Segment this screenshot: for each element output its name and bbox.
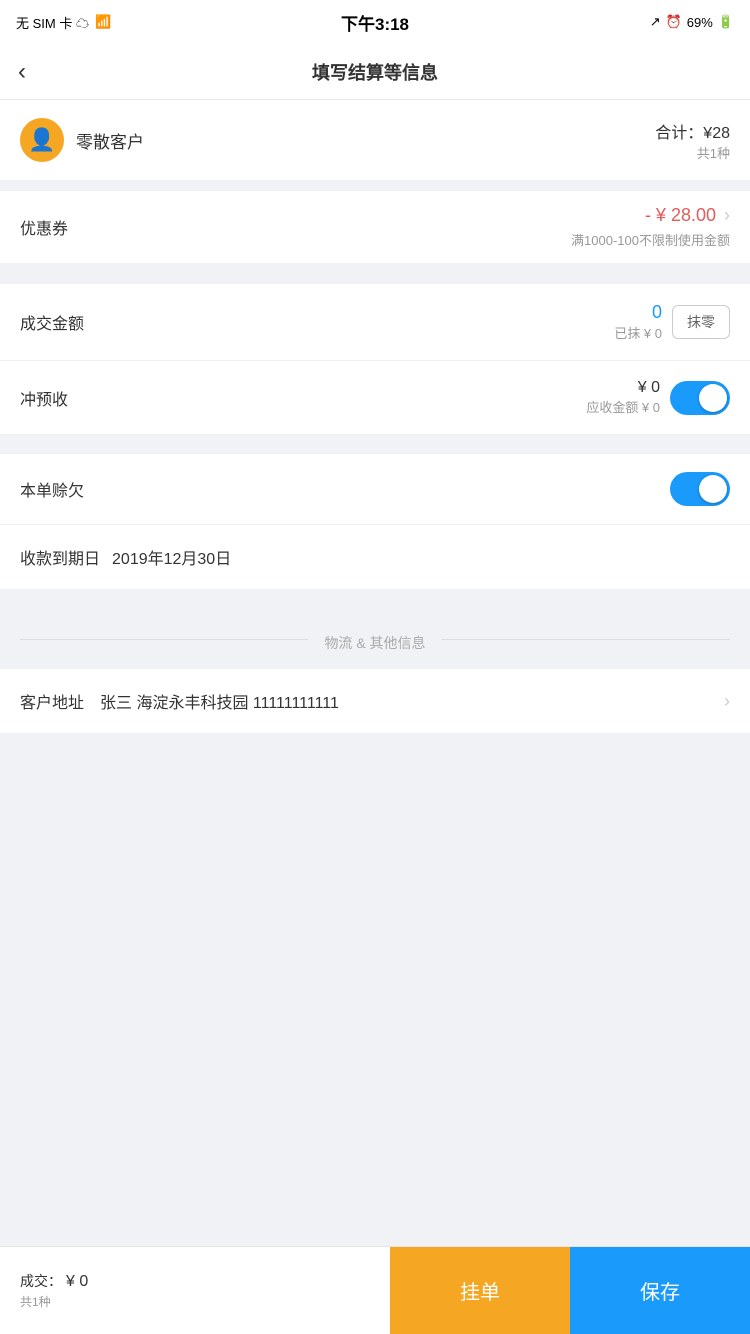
coupon-row[interactable]: 优惠券 - ¥ 28.00 › 满1000-100不限制使用金额 bbox=[0, 190, 750, 263]
toggle-knob bbox=[699, 384, 727, 412]
prepayment-right: ¥ 0 应收金额 ¥ 0 bbox=[586, 379, 730, 416]
save-button[interactable]: 保存 bbox=[570, 1247, 750, 1334]
bottom-deal: 成交： ¥ 0 共1种 bbox=[20, 1271, 370, 1310]
prepayment-row: 冲预收 ¥ 0 应收金额 ¥ 0 bbox=[0, 360, 750, 434]
wifi-icon: 📶 bbox=[95, 14, 111, 30]
bottom-info: 成交： ¥ 0 共1种 bbox=[0, 1271, 390, 1310]
address-section[interactable]: 客户地址 张三 海淀永丰科技园 11111111111 › bbox=[0, 669, 750, 733]
transaction-row: 成交金额 0 已抹 ¥ 0 抹零 bbox=[0, 283, 750, 360]
address-value: 张三 海淀永丰科技园 11111111111 bbox=[100, 689, 339, 713]
deal-amount: ¥ 0 bbox=[66, 1273, 88, 1291]
prepayment-label: 冲预收 bbox=[20, 386, 68, 410]
debt-row: 本单赊欠 bbox=[0, 454, 750, 524]
customer-right: 合计：¥28 共1种 bbox=[655, 119, 730, 162]
status-left: 无 SIM 卡 ☁ 📶 bbox=[16, 13, 111, 32]
save-button-label: 保存 bbox=[640, 1276, 680, 1305]
customer-name: 零散客户 bbox=[76, 128, 144, 153]
battery-label: 69% bbox=[687, 15, 713, 30]
section-divider-2 bbox=[0, 444, 750, 454]
address-row[interactable]: 客户地址 张三 海淀永丰科技园 11111111111 › bbox=[0, 669, 750, 733]
coupon-section[interactable]: 优惠券 - ¥ 28.00 › 满1000-100不限制使用金额 bbox=[0, 190, 750, 263]
deal-count: 共1种 bbox=[20, 1293, 370, 1310]
location-icon: ↗ bbox=[650, 14, 661, 30]
address-label: 客户地址 bbox=[20, 689, 84, 713]
debt-right bbox=[670, 472, 730, 506]
status-right: ↗ ⏰ 69% 🔋 bbox=[650, 14, 734, 30]
customer-row: 👤 零散客户 合计：¥28 共1种 bbox=[0, 100, 750, 180]
transaction-right: 0 已抹 ¥ 0 抹零 bbox=[614, 302, 730, 342]
transaction-label: 成交金额 bbox=[20, 310, 84, 334]
sim-label: 无 SIM 卡 ☁ bbox=[16, 13, 89, 32]
deal-amount-row: 成交： ¥ 0 bbox=[20, 1271, 370, 1291]
debt-toggle-knob bbox=[699, 475, 727, 503]
coupon-discount-value: - ¥ 28.00 bbox=[645, 205, 716, 226]
coupon-right: - ¥ 28.00 › 满1000-100不限制使用金额 bbox=[571, 205, 730, 249]
coupon-sub-text: 满1000-100不限制使用金额 bbox=[571, 230, 730, 249]
customer-left: 👤 零散客户 bbox=[20, 118, 144, 162]
logistics-section: 物流 & 其他信息 bbox=[0, 609, 750, 669]
due-date-value: 2019年12月30日 bbox=[112, 545, 231, 569]
transaction-value-col: 0 已抹 ¥ 0 bbox=[614, 302, 662, 342]
back-button[interactable]: ‹ bbox=[18, 58, 26, 86]
prepayment-value-col: ¥ 0 应收金额 ¥ 0 bbox=[586, 379, 660, 416]
customer-total: 合计：¥28 bbox=[655, 119, 730, 143]
prepayment-toggle[interactable] bbox=[670, 381, 730, 415]
transaction-sub-text: 已抹 ¥ 0 bbox=[614, 323, 662, 342]
content-area: 👤 零散客户 合计：¥28 共1种 优惠券 - ¥ 28.00 › 满1000-… bbox=[0, 100, 750, 843]
battery-icon: 🔋 bbox=[718, 14, 734, 30]
debt-label: 本单赊欠 bbox=[20, 477, 84, 501]
prepayment-value: ¥ 0 bbox=[586, 379, 660, 397]
section-divider-3 bbox=[0, 599, 750, 609]
deal-label: 成交： bbox=[20, 1271, 62, 1291]
debt-toggle[interactable] bbox=[670, 472, 730, 506]
coupon-label: 优惠券 bbox=[20, 215, 68, 239]
section-divider-1 bbox=[0, 273, 750, 283]
due-date-row: 收款到期日 2019年12月30日 bbox=[0, 524, 750, 589]
alarm-icon: ⏰ bbox=[666, 14, 682, 30]
prepayment-sub-text: 应收金额 ¥ 0 bbox=[586, 397, 660, 416]
avatar-icon: 👤 bbox=[28, 127, 55, 153]
customer-section: 👤 零散客户 合计：¥28 共1种 bbox=[0, 100, 750, 180]
round-zero-button[interactable]: 抹零 bbox=[672, 305, 730, 339]
transaction-section: 成交金额 0 已抹 ¥ 0 抹零 冲预收 ¥ 0 应收金额 ¥ 0 bbox=[0, 283, 750, 434]
customer-avatar: 👤 bbox=[20, 118, 64, 162]
hold-button[interactable]: 挂单 bbox=[390, 1247, 570, 1334]
status-time: 下午3:18 bbox=[341, 10, 409, 35]
logistics-label: 物流 & 其他信息 bbox=[308, 633, 441, 653]
nav-bar: ‹ 填写结算等信息 bbox=[0, 44, 750, 100]
hold-button-label: 挂单 bbox=[460, 1276, 500, 1305]
transaction-value: 0 bbox=[614, 302, 662, 323]
status-bar: 无 SIM 卡 ☁ 📶 下午3:18 ↗ ⏰ 69% 🔋 bbox=[0, 0, 750, 44]
coupon-chevron-icon: › bbox=[724, 205, 730, 226]
customer-count: 共1种 bbox=[655, 143, 730, 162]
page-title: 填写结算等信息 bbox=[312, 59, 438, 85]
address-chevron-icon: › bbox=[724, 691, 730, 712]
debt-section: 本单赊欠 收款到期日 2019年12月30日 bbox=[0, 454, 750, 589]
address-left: 客户地址 张三 海淀永丰科技园 11111111111 bbox=[20, 689, 339, 713]
bottom-bar: 成交： ¥ 0 共1种 挂单 保存 bbox=[0, 1246, 750, 1334]
due-date-label: 收款到期日 bbox=[20, 545, 100, 569]
